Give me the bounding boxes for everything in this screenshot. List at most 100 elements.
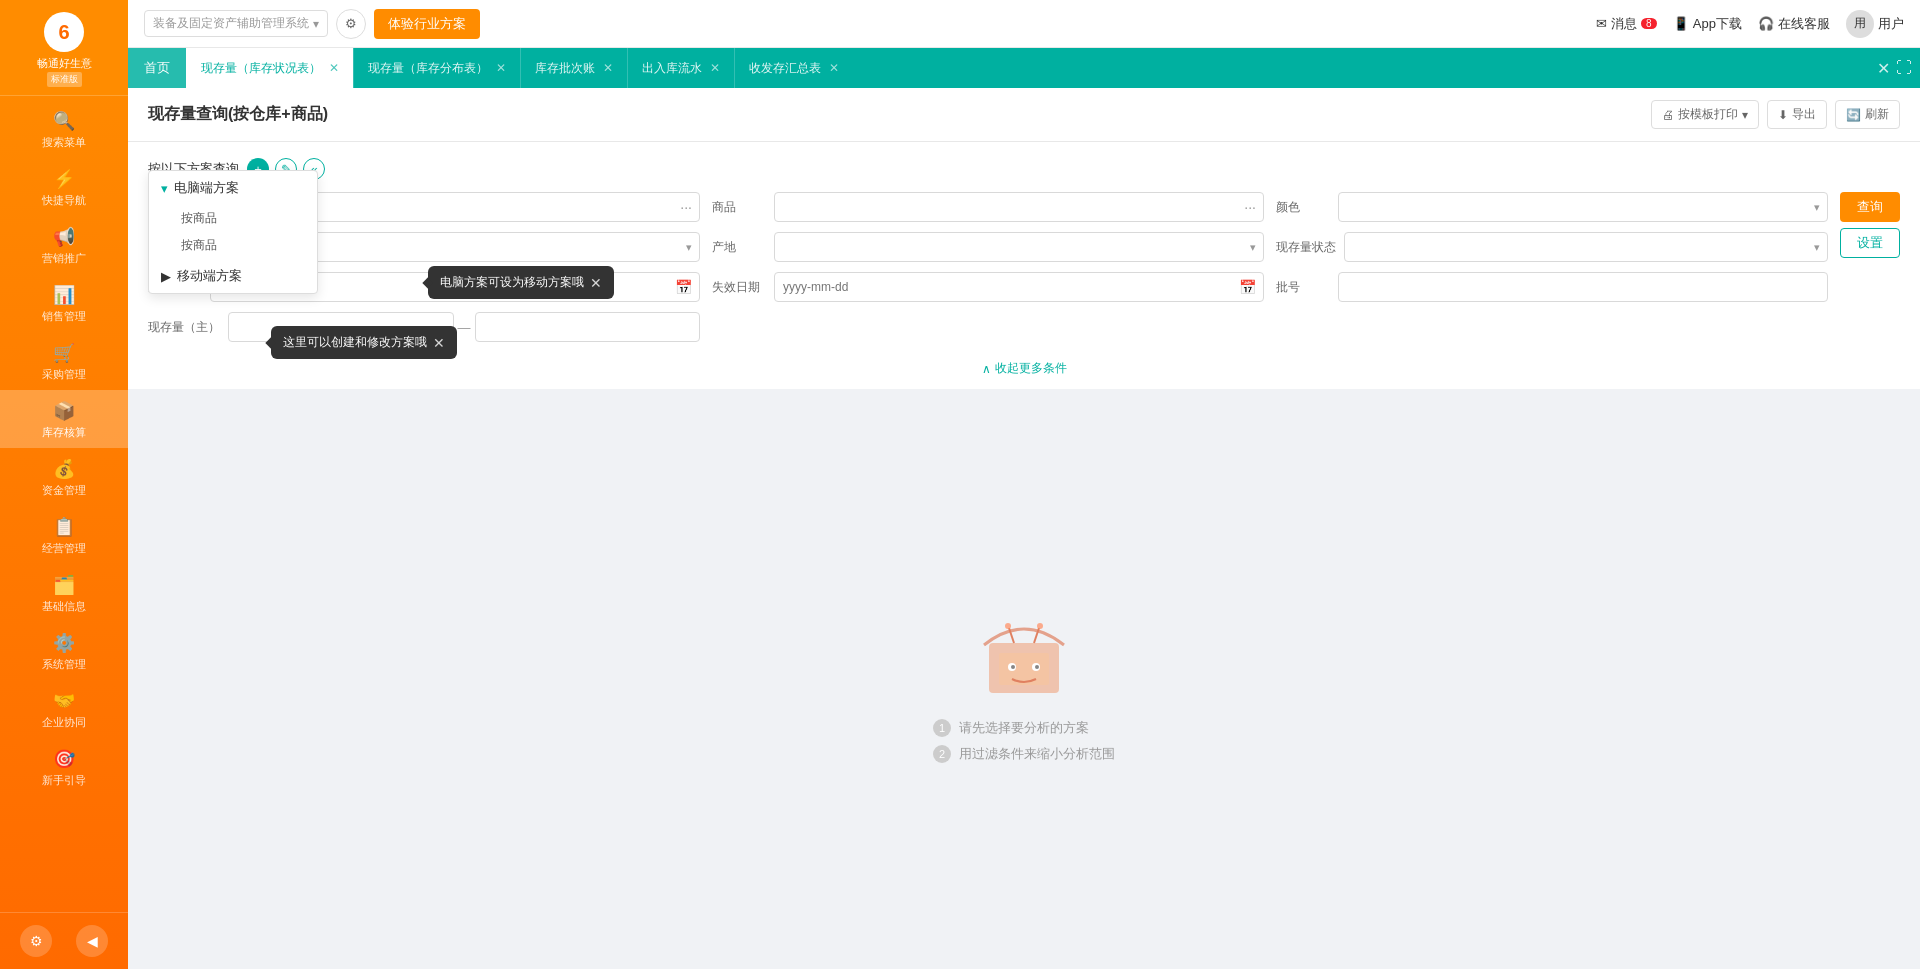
message-button[interactable]: ✉ 消息 8 [1596,15,1657,33]
tab-receive[interactable]: 收发存汇总表 ✕ [734,48,853,88]
filter-expire-date: 失效日期 📅 [712,272,1264,302]
tab-home[interactable]: 首页 [128,48,186,88]
search-button[interactable]: 查询 [1840,192,1900,222]
sidebar-item-finance[interactable]: 💰 资金管理 [0,448,128,506]
filter-origin: 产地 ▾ [712,232,1264,262]
print-label: 按模板打印 [1678,106,1738,123]
sidebar-bottom: ⚙ ◀ [0,912,128,969]
stock-status-input[interactable] [1344,232,1828,262]
expand-icon-mobile: ▶ [161,269,171,284]
tip-num-1: 1 [933,719,951,737]
range-separator: — [458,320,471,335]
print-button[interactable]: 🖨 按模板打印 ▾ [1651,100,1759,129]
refresh-button[interactable]: 🔄 刷新 [1835,100,1900,129]
sidebar-item-label-system: 系统管理 [42,657,86,672]
expire-date-calendar-icon[interactable]: 📅 [1239,279,1256,295]
batch-input[interactable] [1338,272,1828,302]
tip-num-2: 2 [933,745,951,763]
origin-control: ▾ [774,232,1264,262]
app-tag: 标准版 [47,72,82,87]
sidebar-item-label-search: 搜索菜单 [42,135,86,150]
gear-settings-button[interactable]: ⚙ [336,9,366,39]
origin-label: 产地 [712,239,766,256]
headset-icon: 🎧 [1758,16,1774,31]
sidebar-item-quick[interactable]: ⚡ 快捷导航 [0,158,128,216]
online-service-button[interactable]: 🎧 在线客服 [1758,15,1830,33]
origin-input[interactable] [774,232,1264,262]
scheme-tree-desktop[interactable]: ▾ 电脑端方案 [149,171,317,205]
sidebar-item-basic[interactable]: 🗂️ 基础信息 [0,564,128,622]
sidebar-item-purchase[interactable]: 🛒 采购管理 [0,332,128,390]
sidebar-item-marketing[interactable]: 📢 营销推广 [0,216,128,274]
filter-panel: 按以下方案查询 + ✎ « ▾ 电脑端方案 按商品 [128,142,1920,389]
sidebar-item-guide[interactable]: 🎯 新手引导 [0,738,128,796]
color-input[interactable] [1338,192,1828,222]
message-badge: 8 [1641,18,1657,29]
collapse-conditions-button[interactable]: ∧ 收起更多条件 [982,360,1067,377]
settings-bottom-btn[interactable]: ⚙ [20,925,52,957]
tab-expand-btn[interactable]: ⛶ [1896,59,1912,77]
sidebar-item-inventory[interactable]: 📦 库存核算 [0,390,128,448]
solution-button[interactable]: 体验行业方案 [374,9,480,39]
tooltip2-text: 这里可以创建和修改方案哦 [283,334,427,351]
tab-inventory-dist[interactable]: 现存量（库存分布表） ✕ [353,48,520,88]
basic-nav-icon: 🗂️ [53,574,75,596]
tab-inout-close[interactable]: ✕ [710,61,720,75]
scheme-sub-items: 按商品 按商品 [149,205,317,259]
goods-label: 商品 [712,199,766,216]
tab-receive-close[interactable]: ✕ [829,61,839,75]
scheme-sub-item-2[interactable]: 按商品 [169,232,317,259]
tab-close-all-btn[interactable]: ✕ [1877,59,1890,78]
scheme-tree-mobile[interactable]: ▶ 移动端方案 [149,259,317,293]
tab-batch-close[interactable]: ✕ [603,61,613,75]
tab-batch[interactable]: 库存批次账 ✕ [520,48,627,88]
sidebar-item-label-marketing: 营销推广 [42,251,86,266]
batch-label: 批号 [1276,279,1330,296]
expand-icon: ▾ [161,181,168,196]
svg-point-9 [1037,623,1043,629]
system-name-dropdown[interactable]: 装备及固定资产辅助管理系统 ▾ [144,10,328,37]
stock-qty-end[interactable] [475,312,701,342]
scheme-sub-item-1[interactable]: 按商品 [169,205,317,232]
tab-inventory-status[interactable]: 现存量（库存状况表） ✕ [186,48,353,88]
filter-color: 颜色 ▾ [1276,192,1828,222]
user-menu[interactable]: 用 用户 [1846,10,1904,38]
produce-date-calendar-icon[interactable]: 📅 [675,279,692,295]
export-button[interactable]: ⬇ 导出 [1767,100,1827,129]
sidebar-item-enterprise[interactable]: 🤝 企业协同 [0,680,128,738]
export-label: 导出 [1792,106,1816,123]
warehouse-dots-icon[interactable]: ··· [680,199,692,215]
goods-dots-icon[interactable]: ··· [1244,199,1256,215]
sidebar-item-sales[interactable]: 📊 销售管理 [0,274,128,332]
tooltip2-close[interactable]: ✕ [433,335,445,351]
tab-inout[interactable]: 出入库流水 ✕ [627,48,734,88]
tab-receive-label: 收发存汇总表 [749,60,821,77]
stock-status-control: ▾ [1344,232,1828,262]
sidebar-item-label-quick: 快捷导航 [42,193,86,208]
app-download-button[interactable]: 📱 App下载 [1673,15,1742,33]
tab-home-label: 首页 [144,59,170,77]
empty-icon-container [964,603,1084,703]
sidebar-item-search[interactable]: 🔍 搜索菜单 [0,100,128,158]
top-header: 装备及固定资产辅助管理系统 ▾ ⚙ 体验行业方案 ✉ 消息 8 📱 App下载 … [128,0,1920,48]
scheme-mobile-label: 移动端方案 [177,267,242,285]
goods-input[interactable] [774,192,1264,222]
expire-date-start[interactable] [774,272,1264,302]
collapse-sidebar-btn[interactable]: ◀ [76,925,108,957]
logo-area: 6 畅通好生意 标准版 [0,0,128,96]
tab-bar-right: ✕ ⛶ [1869,48,1920,88]
tooltip1-close[interactable]: ✕ [590,275,602,291]
app-name: 畅通好生意 [37,56,92,70]
purchase-nav-icon: 🛒 [53,342,75,364]
user-avatar: 用 [1846,10,1874,38]
printer-icon: 🖨 [1662,108,1674,122]
svg-point-5 [1035,665,1039,669]
sidebar-item-label-guide: 新手引导 [42,773,86,788]
tab-inventory-status-close[interactable]: ✕ [329,61,339,75]
reset-button[interactable]: 设置 [1840,228,1900,258]
expire-date-control: 📅 [774,272,1264,302]
sidebar-item-operations[interactable]: 📋 经营管理 [0,506,128,564]
tab-inventory-dist-close[interactable]: ✕ [496,61,506,75]
sidebar-item-system[interactable]: ⚙️ 系统管理 [0,622,128,680]
logo-icon: 6 [44,12,84,52]
